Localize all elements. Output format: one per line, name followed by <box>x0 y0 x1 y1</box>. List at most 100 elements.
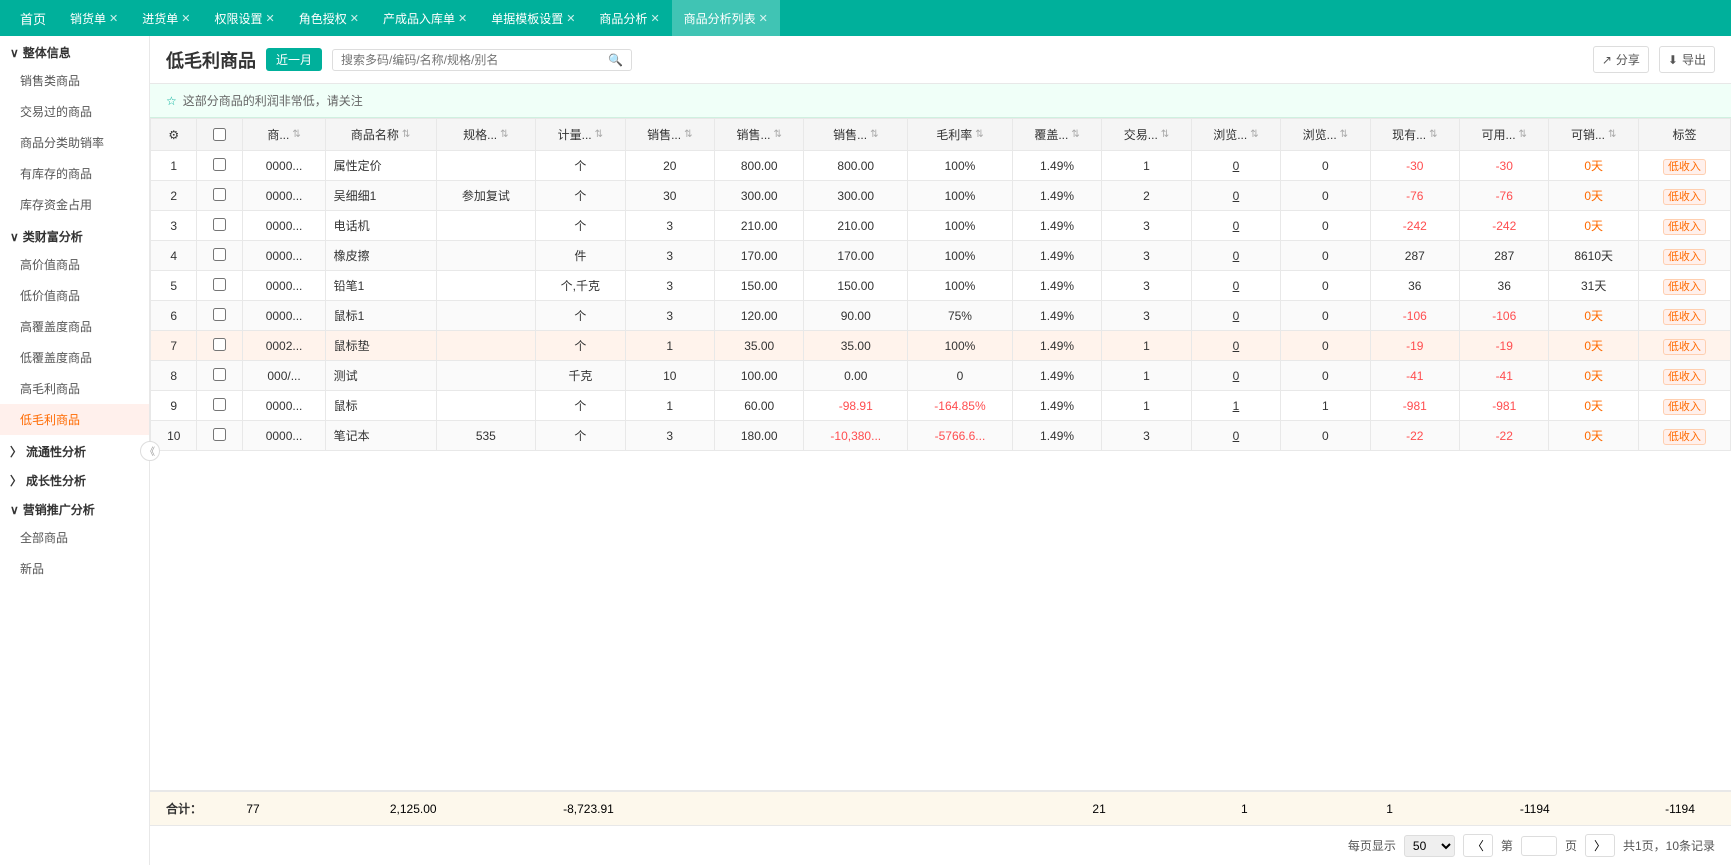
th-available[interactable]: 可用...⇅ <box>1460 119 1549 151</box>
th-sales-count[interactable]: 销售...⇅ <box>625 119 714 151</box>
th-views1[interactable]: 浏览...⇅ <box>1191 119 1280 151</box>
nav-close-template[interactable]: ✕ <box>566 12 575 25</box>
td-checkbox[interactable] <box>197 331 243 361</box>
td-checkbox[interactable] <box>197 181 243 211</box>
nav-purchase[interactable]: 进货单 ✕ <box>130 0 202 36</box>
search-input[interactable] <box>341 53 604 67</box>
td-checkbox[interactable] <box>197 241 243 271</box>
sidebar-item-traded-goods[interactable]: 交易过的商品 <box>0 96 149 127</box>
views1-link[interactable]: 0 <box>1233 339 1240 353</box>
nav-close-permission[interactable]: ✕ <box>266 12 275 25</box>
sidebar-item-low-coverage[interactable]: 低覆盖度商品 <box>0 342 149 373</box>
td-checkbox[interactable] <box>197 151 243 181</box>
th-tag[interactable]: 标签 <box>1638 119 1730 151</box>
td-checkbox[interactable] <box>197 361 243 391</box>
filter-recent-month-btn[interactable]: 近一月 <box>266 48 322 71</box>
nav-close-product-analysis-list[interactable]: ✕ <box>759 12 768 25</box>
td-checkbox[interactable] <box>197 391 243 421</box>
sidebar-group-marketing[interactable]: ∨ 营销推广分析 <box>0 493 149 522</box>
th-trade[interactable]: 交易...⇅ <box>1102 119 1191 151</box>
th-spec[interactable]: 规格...⇅ <box>436 119 536 151</box>
prev-page-btn[interactable]: 〈 <box>1463 834 1493 857</box>
nav-close-role[interactable]: ✕ <box>350 12 359 25</box>
td-views1[interactable]: 0 <box>1191 361 1280 391</box>
page-size-select[interactable]: 50 100 <box>1404 835 1455 857</box>
nav-permission[interactable]: 权限设置 ✕ <box>202 0 286 36</box>
nav-role[interactable]: 角色授权 ✕ <box>287 0 371 36</box>
sidebar-group-circulation[interactable]: 〉 流通性分析 <box>0 435 149 464</box>
th-settings[interactable]: ⚙ <box>151 119 197 151</box>
sidebar-item-inventory-goods[interactable]: 有库存的商品 <box>0 158 149 189</box>
search-icon[interactable]: 🔍 <box>608 53 623 67</box>
sidebar-item-sales-goods[interactable]: 销售类商品 <box>0 65 149 96</box>
row-checkbox[interactable] <box>213 188 226 201</box>
td-checkbox[interactable] <box>197 421 243 451</box>
th-sellable[interactable]: 可销...⇅ <box>1549 119 1638 151</box>
row-checkbox[interactable] <box>213 248 226 261</box>
td-views1[interactable]: 0 <box>1191 241 1280 271</box>
td-views1[interactable]: 0 <box>1191 181 1280 211</box>
th-views2[interactable]: 浏览...⇅ <box>1281 119 1370 151</box>
nav-product-analysis-list[interactable]: 商品分析列表 ✕ <box>672 0 780 36</box>
th-coverage[interactable]: 覆盖...⇅ <box>1012 119 1101 151</box>
row-checkbox[interactable] <box>213 398 226 411</box>
nav-sales[interactable]: 销货单 ✕ <box>58 0 130 36</box>
next-page-btn[interactable]: 〉 <box>1585 834 1615 857</box>
td-views1[interactable]: 0 <box>1191 151 1280 181</box>
td-views1[interactable]: 0 <box>1191 271 1280 301</box>
td-views1[interactable]: 0 <box>1191 331 1280 361</box>
th-name[interactable]: 商品名称⇅ <box>325 119 436 151</box>
views1-link[interactable]: 0 <box>1233 219 1240 233</box>
th-current[interactable]: 现有...⇅ <box>1370 119 1459 151</box>
row-checkbox[interactable] <box>213 428 226 441</box>
td-views1[interactable]: 1 <box>1191 391 1280 421</box>
sidebar-collapse-btn[interactable]: 《 <box>140 441 160 461</box>
views1-link[interactable]: 0 <box>1233 309 1240 323</box>
td-checkbox[interactable] <box>197 211 243 241</box>
sidebar-item-all-goods[interactable]: 全部商品 <box>0 522 149 553</box>
row-checkbox[interactable] <box>213 278 226 291</box>
row-checkbox[interactable] <box>213 308 226 321</box>
views1-link[interactable]: 0 <box>1233 429 1240 443</box>
sidebar-item-low-value[interactable]: 低价值商品 <box>0 280 149 311</box>
sidebar-item-category-rate[interactable]: 商品分类助销率 <box>0 127 149 158</box>
nav-close-product-analysis[interactable]: ✕ <box>650 12 659 25</box>
nav-close-purchase[interactable]: ✕ <box>181 12 190 25</box>
sidebar-group-growth[interactable]: 〉 成长性分析 <box>0 464 149 493</box>
th-code[interactable]: 商...⇅ <box>243 119 325 151</box>
nav-close-sales[interactable]: ✕ <box>109 12 118 25</box>
sidebar-item-inventory-capital[interactable]: 库存资金占用 <box>0 189 149 220</box>
views1-link[interactable]: 0 <box>1233 189 1240 203</box>
views1-link[interactable]: 0 <box>1233 279 1240 293</box>
sidebar-item-new-goods[interactable]: 新品 <box>0 553 149 584</box>
row-checkbox[interactable] <box>213 158 226 171</box>
sidebar-item-low-margin[interactable]: 低毛利商品 <box>0 404 149 435</box>
export-btn[interactable]: ⬇ 导出 <box>1659 46 1715 73</box>
th-sales-amount[interactable]: 销售...⇅ <box>804 119 908 151</box>
row-checkbox[interactable] <box>213 338 226 351</box>
td-views1[interactable]: 0 <box>1191 421 1280 451</box>
th-gross-margin[interactable]: 毛利率⇅ <box>908 119 1013 151</box>
table-wrapper[interactable]: ⚙ 商...⇅ 商品名称⇅ 规格...⇅ 计量...⇅ 销售...⇅ 销售...… <box>150 118 1731 790</box>
sidebar-item-high-value[interactable]: 高价值商品 <box>0 249 149 280</box>
td-views1[interactable]: 0 <box>1191 211 1280 241</box>
page-number-input[interactable]: 1 <box>1521 836 1557 856</box>
share-btn[interactable]: ↗ 分享 <box>1593 46 1649 73</box>
nav-product-storage[interactable]: 产成品入库单 ✕ <box>371 0 479 36</box>
th-unit[interactable]: 计量...⇅ <box>536 119 625 151</box>
views1-link[interactable]: 0 <box>1233 369 1240 383</box>
row-checkbox[interactable] <box>213 368 226 381</box>
td-views1[interactable]: 0 <box>1191 301 1280 331</box>
nav-template[interactable]: 单据模板设置 ✕ <box>479 0 587 36</box>
nav-close-product-storage[interactable]: ✕ <box>458 12 467 25</box>
row-checkbox[interactable] <box>213 218 226 231</box>
nav-product-analysis[interactable]: 商品分析 ✕ <box>587 0 671 36</box>
th-sales-price[interactable]: 销售...⇅ <box>714 119 803 151</box>
views1-link[interactable]: 0 <box>1233 159 1240 173</box>
views1-link[interactable]: 0 <box>1233 249 1240 263</box>
views1-link[interactable]: 1 <box>1233 399 1240 413</box>
td-checkbox[interactable] <box>197 301 243 331</box>
sidebar-group-overview[interactable]: ∨ 整体信息 <box>0 36 149 65</box>
select-all-checkbox[interactable] <box>213 128 226 141</box>
td-checkbox[interactable] <box>197 271 243 301</box>
